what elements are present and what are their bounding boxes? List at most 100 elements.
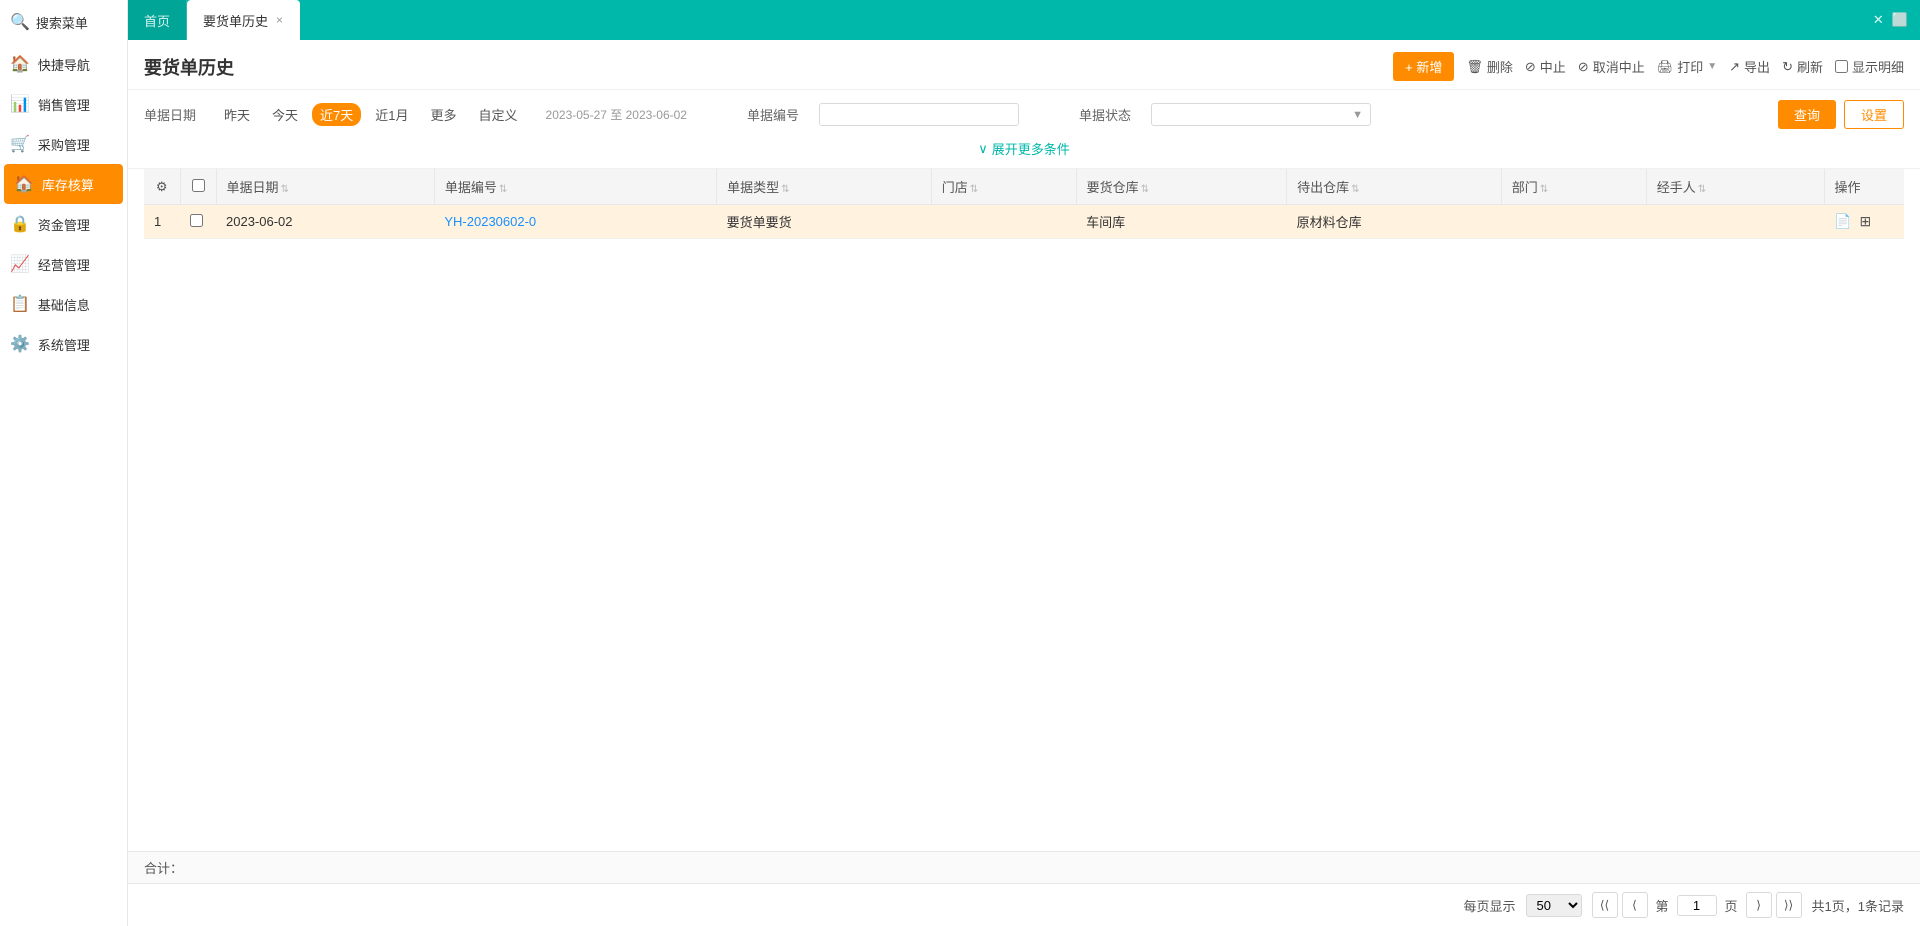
tab-requisition-history[interactable]: 要货单历史× (187, 0, 300, 40)
page-size-label: 每页显示 (1463, 896, 1515, 915)
sidebar-icon-purchase: 🛒 (10, 134, 30, 154)
settings-button[interactable]: 设置 (1844, 100, 1904, 129)
date-options: 昨天今天近7天近1月更多自定义 (216, 103, 526, 126)
sidebar: 🔍 搜索菜单 🏠快捷导航 📊 销售管理 🛒 采购管理 🏠 库存核算 🔒资金管理 📈 经营管理 📋 基础… (0, 0, 128, 926)
next-page-btn[interactable]: ⟩ (1746, 892, 1772, 918)
th-action: 操作 (1824, 169, 1904, 205)
print-button[interactable]: 🖨 打印 ▼ (1657, 57, 1717, 76)
sort-reqwh-icon[interactable]: ⇅ (1141, 184, 1149, 195)
sidebar-icon-sales: 📊 (10, 94, 30, 114)
display-detail-checkbox[interactable] (1835, 60, 1848, 73)
sidebar-item-sales[interactable]: 📊 销售管理 (0, 84, 127, 124)
delete-button[interactable]: 🗑 删除 (1466, 57, 1513, 76)
row-doctype-0: 要货单要货 (717, 205, 932, 239)
prev-page-btn[interactable]: ⟨ (1622, 892, 1648, 918)
sidebar-search-label: 搜索菜单 (36, 13, 88, 32)
search-icon: 🔍 (10, 12, 30, 32)
row-pendwh-0: 原材料仓库 (1287, 205, 1502, 239)
th-checkbox[interactable] (180, 169, 216, 205)
sidebar-search[interactable]: 🔍 搜索菜单 (0, 0, 127, 44)
sidebar-item-finance[interactable]: 🔒资金管理 (0, 204, 127, 244)
sidebar-item-operation[interactable]: 📈 经营管理 (0, 244, 127, 284)
expand-more-btn[interactable]: ∨ 展开更多条件 (144, 135, 1904, 162)
th-store: 门店⇅ (931, 169, 1076, 205)
row-checkbox-0[interactable] (180, 205, 216, 239)
row-index-0: 1 (144, 205, 180, 239)
select-all-checkbox[interactable] (192, 179, 205, 192)
new-button[interactable]: + 新增 (1393, 52, 1454, 81)
row-dept-0 (1501, 205, 1646, 239)
row-detail-icon-0[interactable]: ⊞ (1859, 213, 1871, 230)
page-input[interactable] (1677, 895, 1717, 916)
sidebar-item-basic-info[interactable]: 📋 基础信息 (0, 284, 127, 324)
print-dropdown-icon[interactable]: ▼ (1707, 61, 1717, 72)
row-docno-link-0[interactable]: YH-20230602-0 (444, 214, 536, 229)
table-header-row: ⚙ 单据日期⇅ 单据编号⇅ 单据类型⇅ 门店⇅ 要货仓库⇅ 待出仓库⇅ 部门⇅ … (144, 169, 1904, 205)
page-size-select[interactable]: 2050100200 (1526, 894, 1582, 917)
sidebar-label-system: 系统管理 (38, 335, 90, 354)
refresh-button[interactable]: ↻ 刷新 (1782, 57, 1823, 76)
tab-close-requisition-history[interactable]: × (276, 13, 283, 27)
filter-area: 单据日期 昨天今天近7天近1月更多自定义 2023-05-27 至 2023-0… (128, 90, 1920, 169)
sidebar-icon-system: ⚙️ (10, 334, 30, 354)
row-reqwh-0: 车间库 (1076, 205, 1287, 239)
export-button[interactable]: ↗ 导出 (1729, 57, 1770, 76)
date-btn-更多[interactable]: 更多 (423, 103, 465, 126)
sidebar-icon-basic-info: 📋 (10, 294, 30, 314)
sidebar-icon-inventory: 🏠 (14, 174, 34, 194)
content-area: 要货单历史 + 新增 🗑 删除 ⊘ 中止 ⊘ 取消中止 🖨 打印 (128, 40, 1920, 926)
pagination-bar: 每页显示 2050100200 ⟨⟨ ⟨ 第 页 ⟩ ⟩⟩ 共1页，1条记录 (128, 883, 1920, 926)
first-page-btn[interactable]: ⟨⟨ (1592, 892, 1618, 918)
row-select-0[interactable] (190, 214, 203, 227)
display-detail-toggle[interactable]: 显示明细 (1835, 57, 1904, 76)
date-btn-昨天[interactable]: 昨天 (216, 103, 258, 126)
th-department: 部门⇅ (1501, 169, 1646, 205)
doc-status-wrapper: ▼ (1151, 103, 1371, 126)
date-btn-近7天[interactable]: 近7天 (312, 103, 361, 126)
expand-icon: ∨ (978, 141, 988, 157)
tab-home[interactable]: 首页 (128, 0, 187, 40)
sort-store-icon[interactable]: ⇅ (970, 184, 978, 195)
sidebar-icon-operation: 📈 (10, 254, 30, 274)
table-area: ⚙ 单据日期⇅ 单据编号⇅ 单据类型⇅ 门店⇅ 要货仓库⇅ 待出仓库⇅ 部门⇅ … (128, 169, 1920, 851)
sort-date-icon[interactable]: ⇅ (281, 184, 289, 195)
footer-total-label: 合计： (144, 858, 183, 877)
stop-button[interactable]: ⊘ 中止 (1525, 57, 1566, 76)
sidebar-label-inventory: 库存核算 (42, 175, 94, 194)
table-footer: 合计： (128, 851, 1920, 883)
sidebar-item-inventory[interactable]: 🏠 库存核算 (4, 164, 123, 204)
sort-dept-icon[interactable]: ⇅ (1540, 184, 1548, 195)
sidebar-label-sales: 销售管理 (38, 95, 90, 114)
last-page-btn[interactable]: ⟩⟩ (1776, 892, 1802, 918)
sort-doctype-icon[interactable]: ⇅ (781, 184, 789, 195)
date-btn-今天[interactable]: 今天 (264, 103, 306, 126)
window-maximize-btn[interactable]: ⬜ (1892, 12, 1908, 28)
sort-pendwh-icon[interactable]: ⇅ (1351, 184, 1359, 195)
sidebar-label-quick-nav: 快捷导航 (38, 55, 90, 74)
doc-no-input[interactable] (819, 103, 1019, 126)
sort-docno-icon[interactable]: ⇅ (499, 184, 507, 195)
th-doc-no: 单据编号⇅ (434, 169, 716, 205)
total-info: 共1页，1条记录 (1812, 896, 1904, 915)
th-settings[interactable]: ⚙ (144, 169, 180, 205)
window-close-btn[interactable]: ✕ (1873, 12, 1884, 28)
sidebar-item-system[interactable]: ⚙️ 系统管理 (0, 324, 127, 364)
date-btn-自定义[interactable]: 自定义 (471, 103, 526, 126)
query-button[interactable]: 查询 (1778, 100, 1836, 129)
sidebar-label-basic-info: 基础信息 (38, 295, 90, 314)
sidebar-label-operation: 经营管理 (38, 255, 90, 274)
date-btn-近1月[interactable]: 近1月 (367, 103, 416, 126)
sidebar-label-purchase: 采购管理 (38, 135, 90, 154)
sort-handler-icon[interactable]: ⇅ (1698, 184, 1706, 195)
page-title: 要货单历史 (144, 54, 234, 80)
doc-status-input[interactable] (1151, 103, 1371, 126)
date-range-display: 2023-05-27 至 2023-06-02 (546, 106, 687, 123)
row-edit-icon-0[interactable]: 📄 (1834, 213, 1851, 230)
sidebar-item-purchase[interactable]: 🛒 采购管理 (0, 124, 127, 164)
cancel-stop-button[interactable]: ⊘ 取消中止 (1578, 57, 1645, 76)
delete-icon: 🗑 (1466, 59, 1483, 75)
th-doc-type: 单据类型⇅ (717, 169, 932, 205)
sidebar-label-finance: 资金管理 (38, 215, 90, 234)
toolbar: + 新增 🗑 删除 ⊘ 中止 ⊘ 取消中止 🖨 打印 ▼ (1393, 52, 1904, 81)
sidebar-item-quick-nav[interactable]: 🏠快捷导航 (0, 44, 127, 84)
